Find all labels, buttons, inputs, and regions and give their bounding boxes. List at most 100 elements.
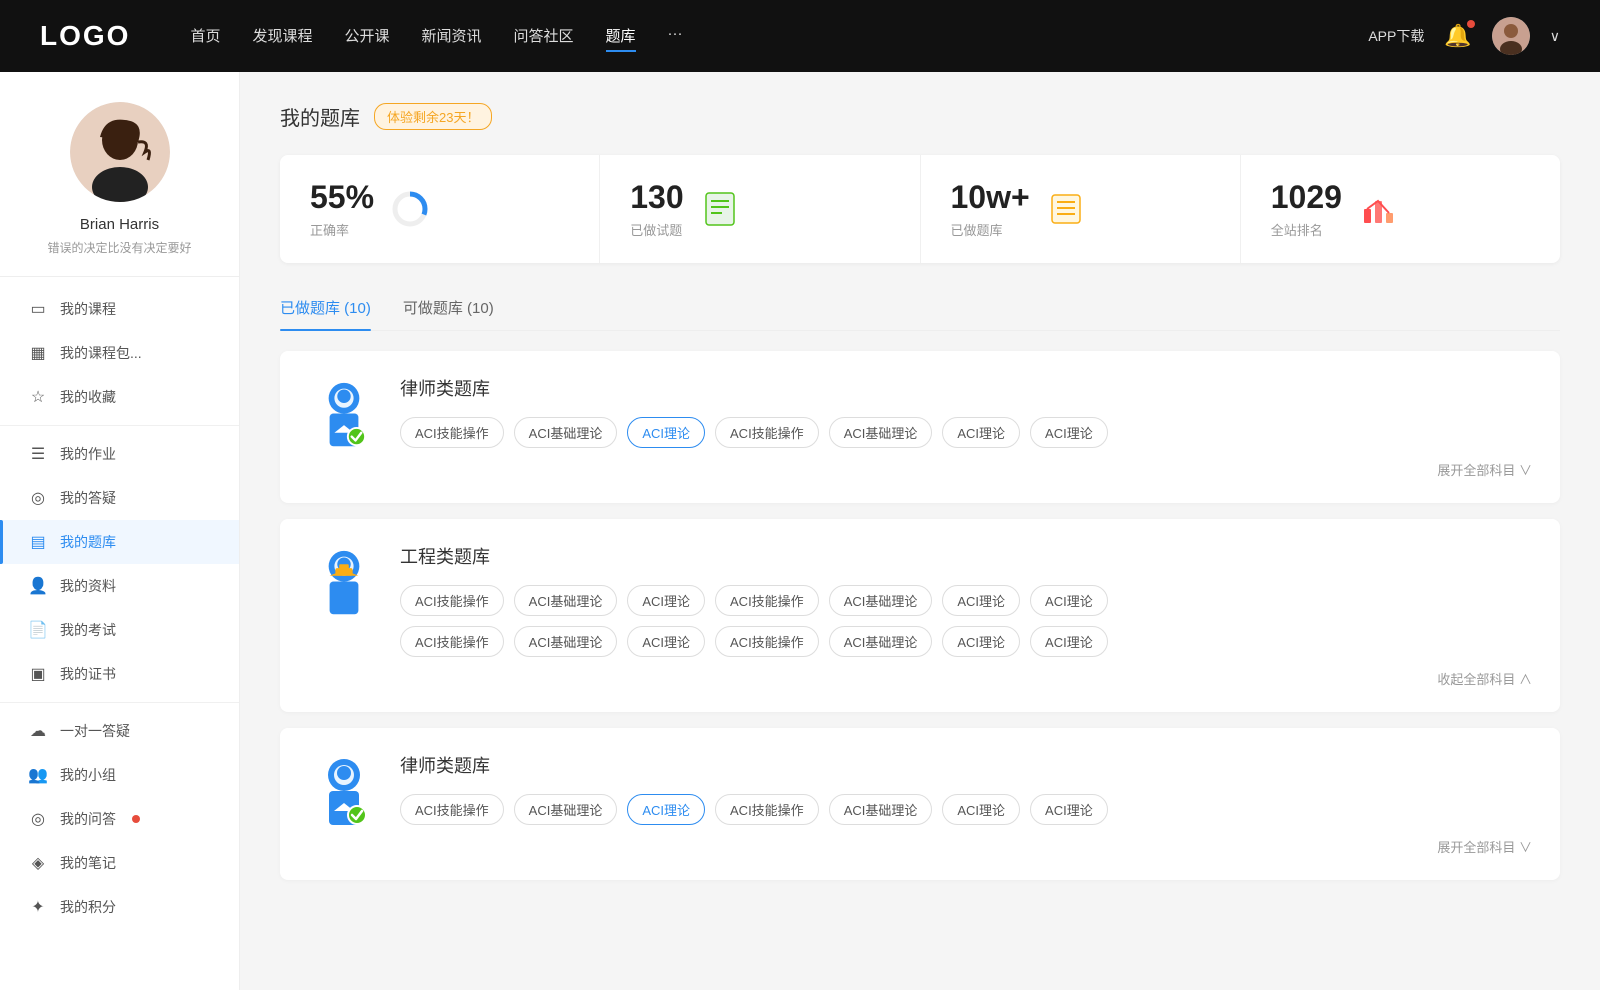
logo: LOGO — [40, 20, 130, 52]
bell-dot — [1467, 20, 1475, 28]
tag-item[interactable]: ACI基础理论 — [829, 794, 933, 825]
sidebar-item-my-qa[interactable]: ◎ 我的问答 — [0, 797, 239, 841]
stat-accuracy-value: 55% — [310, 179, 374, 216]
sidebar-item-label: 我的证书 — [60, 664, 116, 684]
sidebar-menu: ▭ 我的课程 ▦ 我的课程包... ☆ 我的收藏 ☰ 我的作业 ◎ 我的答疑 ▤ — [0, 277, 239, 939]
nav-link-qa[interactable]: 问答社区 — [514, 21, 574, 52]
sidebar-item-favorites[interactable]: ☆ 我的收藏 — [0, 375, 239, 419]
questions-icon: ◎ — [28, 488, 48, 508]
exam-icon: 📄 — [28, 620, 48, 640]
sidebar-item-label: 一对一答疑 — [60, 721, 130, 741]
sidebar-item-course[interactable]: ▭ 我的课程 — [0, 287, 239, 331]
nav-link-open[interactable]: 公开课 — [344, 21, 389, 52]
favorites-icon: ☆ — [28, 387, 48, 407]
tag-item[interactable]: ACI技能操作 — [715, 794, 819, 825]
tag-item[interactable]: ACI理论 — [1030, 626, 1108, 657]
course-pack-icon: ▦ — [28, 343, 48, 363]
stat-accuracy: 55% 正确率 — [280, 155, 600, 263]
expand-all-button-2[interactable]: 展开全部科目 ∨ — [400, 837, 1532, 856]
sidebar-item-label: 我的小组 — [60, 765, 116, 785]
tag-item[interactable]: ACI理论 — [942, 794, 1020, 825]
qbank-card-header: 工程类题库 ACI技能操作 ACI基础理论 ACI理论 ACI技能操作 ACI基… — [308, 543, 1532, 688]
tag-item[interactable]: ACI基础理论 — [514, 626, 618, 657]
sidebar-item-tutor[interactable]: ☁ 一对一答疑 — [0, 709, 239, 753]
ranking-chart-icon — [1358, 189, 1398, 229]
sidebar-item-questions[interactable]: ◎ 我的答疑 — [0, 476, 239, 520]
expand-all-button[interactable]: 展开全部科目 ∨ — [400, 460, 1532, 479]
qbank-card-tags: ACI技能操作 ACI基础理论 ACI理论 ACI技能操作 ACI基础理论 AC… — [400, 417, 1532, 448]
sidebar-item-group[interactable]: 👥 我的小组 — [0, 753, 239, 797]
tag-item[interactable]: ACI理论 — [1030, 417, 1108, 448]
tag-item[interactable]: ACI理论 — [1030, 794, 1108, 825]
stat-accuracy-value-wrap: 55% 正确率 — [310, 179, 374, 239]
sidebar-item-label: 我的课程 — [60, 299, 116, 319]
lawyer-icon — [308, 375, 380, 455]
tag-item[interactable]: ACI理论 — [942, 626, 1020, 657]
stat-done-banks-value-wrap: 10w+ 已做题库 — [951, 179, 1030, 239]
tag-item[interactable]: ACI技能操作 — [400, 417, 504, 448]
qbank-card-lawyer-1: 律师类题库 ACI技能操作 ACI基础理论 ACI理论 ACI技能操作 ACI基… — [280, 351, 1560, 503]
tag-item[interactable]: ACI理论 — [942, 417, 1020, 448]
tag-item[interactable]: ACI理论 — [1030, 585, 1108, 616]
group-icon: 👥 — [28, 765, 48, 785]
tag-item[interactable]: ACI技能操作 — [715, 417, 819, 448]
tag-item[interactable]: ACI理论 — [627, 585, 705, 616]
tag-item[interactable]: ACI基础理论 — [514, 794, 618, 825]
notification-bell[interactable]: 🔔 — [1444, 23, 1471, 49]
sidebar-item-points[interactable]: ✦ 我的积分 — [0, 885, 239, 929]
qbank-card-tags-row1: ACI技能操作 ACI基础理论 ACI理论 ACI技能操作 ACI基础理论 AC… — [400, 585, 1532, 616]
collapse-all-button[interactable]: 收起全部科目 ∧ — [400, 669, 1532, 688]
profile-avatar — [70, 102, 170, 202]
user-avatar[interactable] — [1492, 17, 1530, 55]
stat-ranking-value: 1029 — [1271, 179, 1342, 216]
qbank-card-header: 律师类题库 ACI技能操作 ACI基础理论 ACI理论 ACI技能操作 ACI基… — [308, 375, 1532, 479]
sidebar: Brian Harris 错误的决定比没有决定要好 ▭ 我的课程 ▦ 我的课程包… — [0, 72, 240, 990]
sidebar-item-course-pack[interactable]: ▦ 我的课程包... — [0, 331, 239, 375]
stat-accuracy-label: 正确率 — [310, 220, 374, 239]
nav-right: APP下载 🔔 ∨ — [1368, 17, 1560, 55]
qbank-card-title: 工程类题库 — [400, 543, 1532, 569]
nav-link-more[interactable]: ··· — [668, 21, 683, 52]
menu-divider-1 — [0, 425, 239, 426]
nav-link-qbank[interactable]: 题库 — [606, 21, 636, 52]
nav-links: 首页 发现课程 公开课 新闻资讯 问答社区 题库 ··· — [190, 21, 1368, 52]
tag-item[interactable]: ACI技能操作 — [715, 585, 819, 616]
nav-link-discover[interactable]: 发现课程 — [252, 21, 312, 52]
user-menu-chevron[interactable]: ∨ — [1550, 28, 1560, 45]
stat-done-banks: 10w+ 已做题库 — [921, 155, 1241, 263]
app-download-button[interactable]: APP下载 — [1368, 26, 1424, 46]
sidebar-item-homework[interactable]: ☰ 我的作业 — [0, 432, 239, 476]
tag-item[interactable]: ACI技能操作 — [400, 794, 504, 825]
menu-divider-2 — [0, 702, 239, 703]
accuracy-chart-icon — [390, 189, 430, 229]
tag-item[interactable]: ACI技能操作 — [715, 626, 819, 657]
sidebar-item-exam[interactable]: 📄 我的考试 — [0, 608, 239, 652]
tag-item[interactable]: ACI基础理论 — [829, 626, 933, 657]
tag-item[interactable]: ACI技能操作 — [400, 626, 504, 657]
tab-done-banks[interactable]: 已做题库 (10) — [280, 287, 371, 330]
tag-item[interactable]: ACI基础理论 — [829, 417, 933, 448]
sidebar-item-profile[interactable]: 👤 我的资料 — [0, 564, 239, 608]
sidebar-item-notes[interactable]: ◈ 我的笔记 — [0, 841, 239, 885]
tag-item[interactable]: ACI理论 — [627, 626, 705, 657]
nav-link-news[interactable]: 新闻资讯 — [422, 21, 482, 52]
tag-item[interactable]: ACI技能操作 — [400, 585, 504, 616]
stat-ranking-value-wrap: 1029 全站排名 — [1271, 179, 1342, 239]
tag-item[interactable]: ACI理论 — [942, 585, 1020, 616]
tag-item[interactable]: ACI基础理论 — [829, 585, 933, 616]
tab-available-banks[interactable]: 可做题库 (10) — [403, 287, 494, 330]
sidebar-item-qbank[interactable]: ▤ 我的题库 — [0, 520, 239, 564]
sidebar-item-certificate[interactable]: ▣ 我的证书 — [0, 652, 239, 696]
tag-item[interactable]: ACI基础理论 — [514, 585, 618, 616]
tag-item[interactable]: ACI基础理论 — [514, 417, 618, 448]
sidebar-item-label: 我的课程包... — [60, 343, 142, 363]
sidebar-item-label: 我的笔记 — [60, 853, 116, 873]
stat-done-questions-label: 已做试题 — [630, 220, 683, 239]
tag-item-active[interactable]: ACI理论 — [627, 417, 705, 448]
tag-item-active[interactable]: ACI理论 — [627, 794, 705, 825]
sidebar-item-label: 我的资料 — [60, 576, 116, 596]
nav-link-home[interactable]: 首页 — [190, 21, 220, 52]
qbank-card-header: 律师类题库 ACI技能操作 ACI基础理论 ACI理论 ACI技能操作 ACI基… — [308, 752, 1532, 856]
engineer-icon — [308, 543, 380, 623]
my-qa-icon: ◎ — [28, 809, 48, 829]
